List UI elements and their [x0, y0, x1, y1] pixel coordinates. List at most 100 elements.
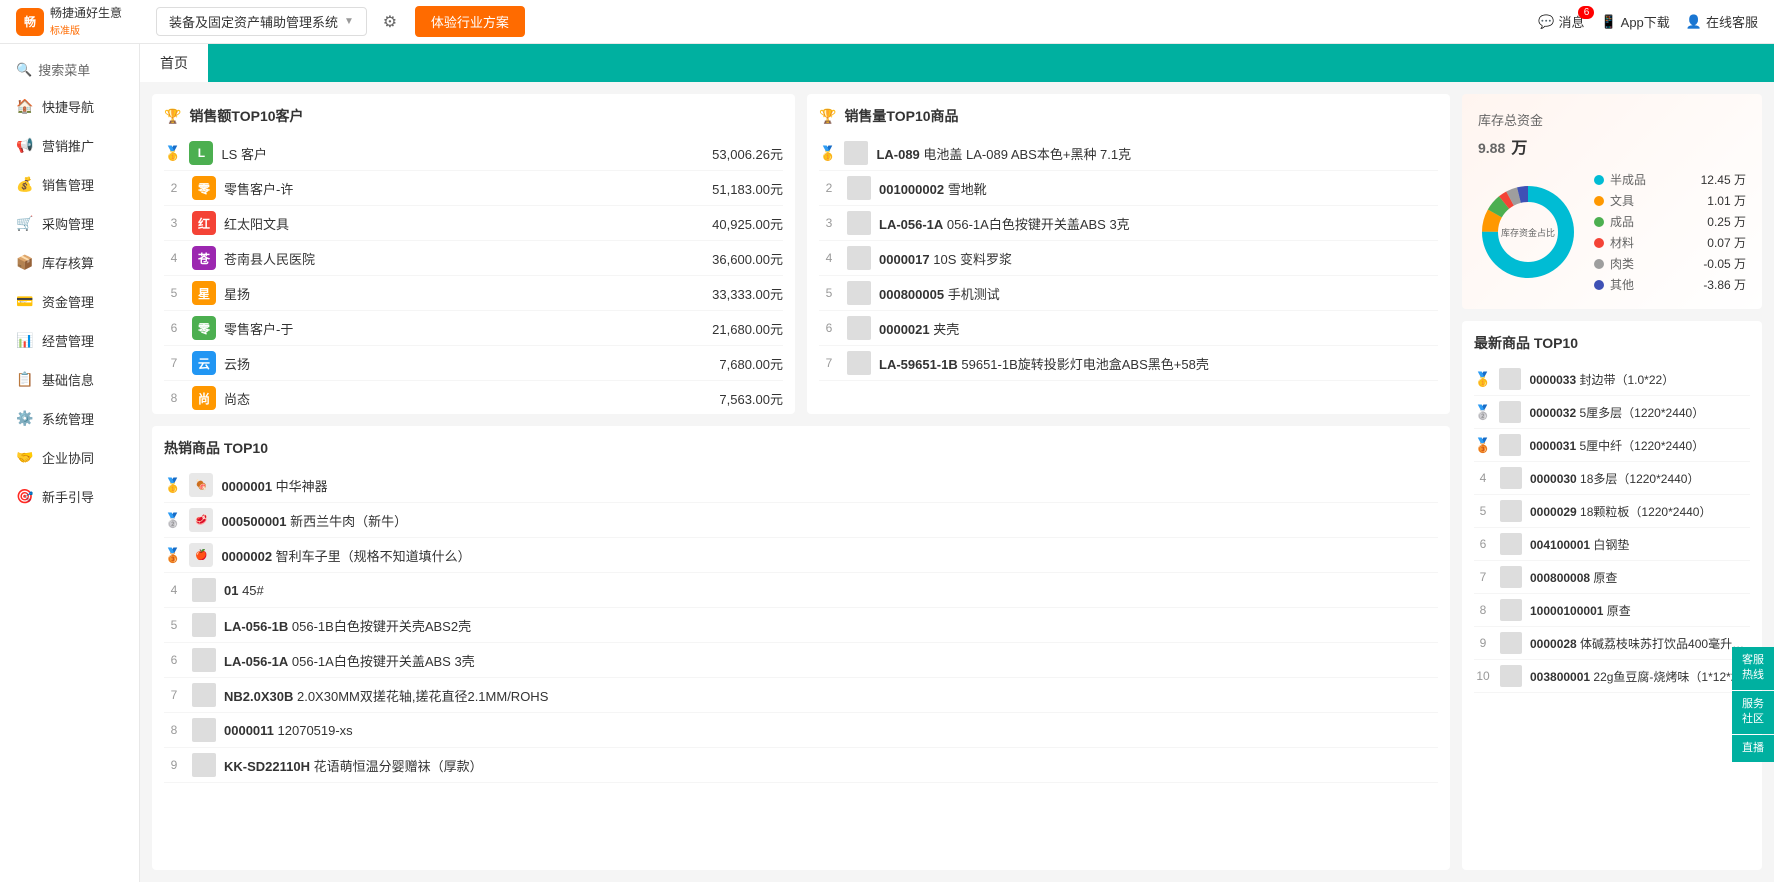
- table-row: 2 001000002 雪地靴: [819, 171, 1438, 206]
- settings-icon[interactable]: ⚙: [375, 7, 405, 37]
- sidebar-item-guide[interactable]: 🎯 新手引导: [0, 477, 139, 516]
- rank-number: 6: [164, 653, 184, 667]
- customer-name: 云扬: [224, 354, 711, 373]
- sidebar-item-sales[interactable]: 💰 销售管理: [0, 165, 139, 204]
- table-row: 4 01 45#: [164, 573, 1438, 608]
- sidebar-item-purchase[interactable]: 🛒 采购管理: [0, 204, 139, 243]
- rank-number: 2: [164, 181, 184, 195]
- sidebar-label-7: 基础信息: [42, 370, 94, 389]
- table-row: 🥉 🍎 0000002 智利车子里（规格不知道填什么）: [164, 538, 1438, 573]
- product-thumbnail: [192, 753, 216, 777]
- legend-dot: [1594, 196, 1604, 206]
- avatar: 红: [192, 211, 216, 235]
- product-sales-top10-title: 🏆 销售量TOP10商品: [819, 106, 1438, 126]
- finance-icon: 💳: [16, 293, 34, 311]
- rank-number: 2: [819, 181, 839, 195]
- product-name: 0000001 中华神器: [221, 476, 1438, 495]
- sidebar-item-operations[interactable]: 📊 经营管理: [0, 321, 139, 360]
- legend-item: 材料 0.07 万: [1594, 234, 1746, 251]
- gold-medal-icon-4: 🥇: [1474, 371, 1491, 388]
- product-name: LA-056-1B 056-1B白色按键开关壳ABS2壳: [224, 616, 1438, 635]
- sidebar-label-6: 经营管理: [42, 331, 94, 350]
- sidebar-item-basic-info[interactable]: 📋 基础信息: [0, 360, 139, 399]
- product-name: 0000017 10S 变料罗浆: [879, 249, 1438, 268]
- customer-amount: 40,925.00元: [712, 214, 783, 233]
- system-icon: ⚙️: [16, 410, 34, 428]
- avatar: 苍: [192, 246, 216, 270]
- system-selector[interactable]: 装备及固定资产辅助管理系统 ▼: [156, 7, 367, 36]
- legend-dot: [1594, 280, 1604, 290]
- new-products-title: 最新商品 TOP10: [1474, 333, 1750, 353]
- sidebar-item-system[interactable]: ⚙️ 系统管理: [0, 399, 139, 438]
- product-row: 5 0000029 18颗粒板（1220*2440）: [1474, 495, 1750, 528]
- customer-service-button[interactable]: 客服热线: [1732, 647, 1774, 690]
- search-menu-button[interactable]: 🔍 搜索菜单: [0, 52, 139, 87]
- product-name: 0000021 夹壳: [879, 319, 1438, 338]
- product-thumbnail: [1499, 401, 1521, 423]
- content-area: 首页 🏆 销售额TOP10客户 🥇: [140, 44, 1774, 882]
- sidebar-label-3: 采购管理: [42, 214, 94, 233]
- product-row: 10 003800001 22g鱼豆腐-烧烤味（1*12*20）: [1474, 660, 1750, 693]
- silver-medal-icon-2: 🥈: [1474, 404, 1491, 421]
- product-thumbnail: [1500, 467, 1522, 489]
- customer-name: 苍南县人民医院: [224, 249, 704, 268]
- table-row: 5 星 星扬 33,333.00元: [164, 276, 783, 311]
- rank-number: 3: [819, 216, 839, 230]
- sidebar-item-cooperation[interactable]: 🤝 企业协同: [0, 438, 139, 477]
- product-name: 01 45#: [224, 583, 1438, 598]
- customer-amount: 36,600.00元: [712, 249, 783, 268]
- service-icon: 👤: [1686, 14, 1702, 30]
- inventory-amount-row: 9.88 万: [1478, 133, 1746, 159]
- sidebar-label-2: 销售管理: [42, 175, 94, 194]
- legend-item: 文具 1.01 万: [1594, 192, 1746, 209]
- table-row: 6 零 零售客户-于 21,680.00元: [164, 311, 783, 346]
- avatar: 云: [192, 351, 216, 375]
- page-content: 🏆 销售额TOP10客户 🥇 L LS 客户 53,006.26元 2: [140, 82, 1774, 882]
- nav-tabs: 首页: [140, 44, 1774, 82]
- inventory-title: 库存总资金: [1478, 110, 1746, 129]
- sidebar-item-inventory[interactable]: 📦 库存核算: [0, 243, 139, 282]
- inventory-amount-value: 9.88 万: [1478, 133, 1527, 158]
- rank-number: 8: [1474, 603, 1492, 617]
- rank-number: 8: [164, 391, 184, 405]
- product-row: 6 004100001 白钢垫: [1474, 528, 1750, 561]
- table-row: 🥇 🍖 0000001 中华神器: [164, 468, 1438, 503]
- app-icon: 📱: [1600, 14, 1616, 30]
- logo-area: 畅 畅捷通好生意 标准版: [16, 6, 156, 37]
- service-community-button[interactable]: 服务社区: [1732, 691, 1774, 734]
- product-img: [847, 246, 871, 270]
- message-button[interactable]: 💬 消息 6: [1538, 12, 1584, 31]
- marketing-icon: 📢: [16, 137, 34, 155]
- main-wrapper: 🔍 搜索菜单 🏠 快捷导航 📢 营销推广 💰 销售管理 🛒 采购管理 📦 库存核…: [0, 44, 1774, 882]
- inventory-card: 库存总资金 9.88 万: [1462, 94, 1762, 309]
- product-name: LA-056-1A 056-1A白色按键开关盖ABS 3克: [879, 214, 1438, 233]
- message-badge: 6: [1578, 6, 1594, 19]
- table-row: 🥇 L LS 客户 53,006.26元: [164, 136, 783, 171]
- customer-name: 尚态: [224, 389, 711, 408]
- table-row: 8 尚 尚态 7,563.00元: [164, 381, 783, 414]
- app-download-button[interactable]: 📱 App下载: [1600, 12, 1669, 31]
- tab-home[interactable]: 首页: [140, 44, 208, 82]
- donut-chart: 库存资金占比: [1478, 182, 1578, 282]
- product-name: 0000011 12070519-xs: [224, 723, 1438, 738]
- product-thumbnail: [192, 683, 216, 707]
- svg-text:库存资金占比: 库存资金占比: [1501, 227, 1555, 238]
- sidebar-label-9: 企业协同: [42, 448, 94, 467]
- customer-amount: 21,680.00元: [712, 319, 783, 338]
- live-broadcast-button[interactable]: 直播: [1732, 735, 1774, 762]
- gold-medal-icon: 🥇: [164, 145, 181, 162]
- sidebar-item-quick-nav[interactable]: 🏠 快捷导航: [0, 87, 139, 126]
- online-service-button[interactable]: 👤 在线客服: [1686, 12, 1758, 31]
- rank-number: 5: [164, 286, 184, 300]
- hot-products-card: 热销商品 TOP10 🥇 🍖 0000001 中华神器 🥈 🥩 00050000…: [152, 426, 1450, 870]
- table-row: 5 000800005 手机测试: [819, 276, 1438, 311]
- table-row: 4 苍 苍南县人民医院 36,600.00元: [164, 241, 783, 276]
- sidebar-item-marketing[interactable]: 📢 营销推广: [0, 126, 139, 165]
- rank-number: 7: [164, 356, 184, 370]
- system-name: 装备及固定资产辅助管理系统: [169, 12, 338, 31]
- sidebar-item-finance[interactable]: 💳 资金管理: [0, 282, 139, 321]
- try-button[interactable]: 体验行业方案: [415, 6, 525, 37]
- product-name: 000800005 手机测试: [879, 284, 1438, 303]
- product-row: 9 0000028 体碱荔枝味苏打饮品400毫升（1*15）: [1474, 627, 1750, 660]
- product-thumbnail: [192, 718, 216, 742]
